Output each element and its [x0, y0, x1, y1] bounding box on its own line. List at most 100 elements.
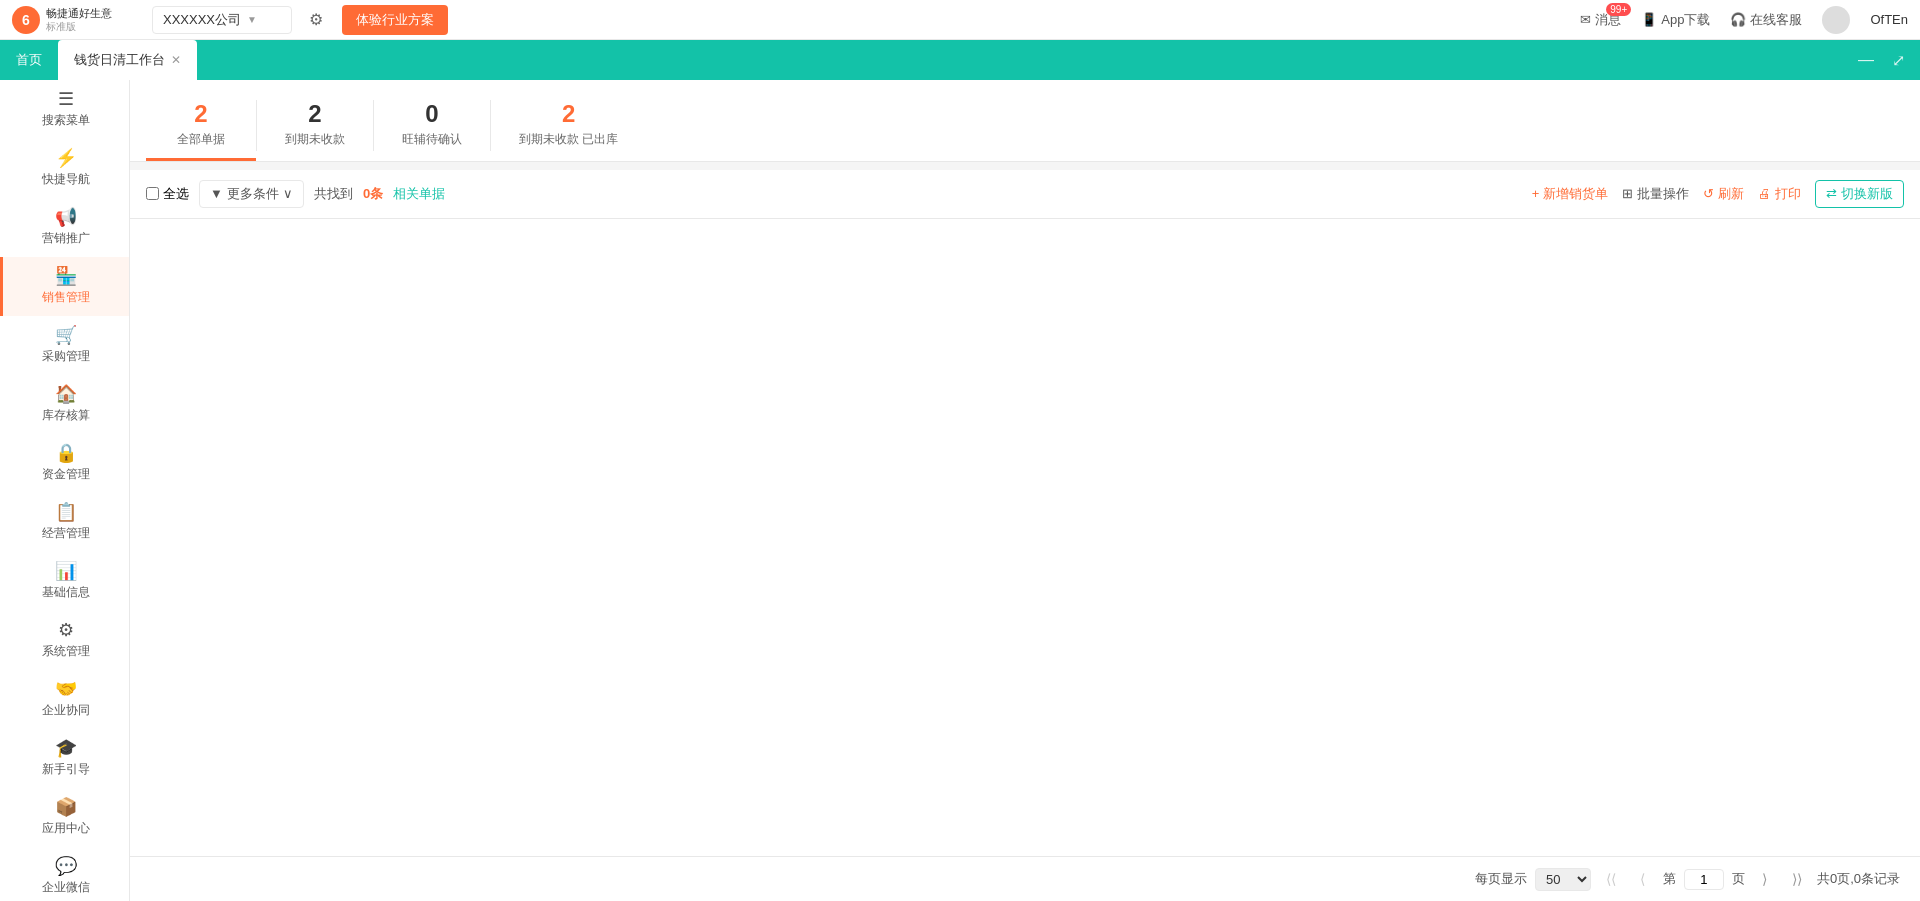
- page-prev-button[interactable]: ⟨: [1631, 867, 1655, 891]
- page-suffix-label: 页: [1732, 870, 1745, 888]
- stat-tab-pending[interactable]: 0 旺辅待确认: [374, 92, 490, 161]
- inventory-icon: 🏠: [55, 385, 77, 403]
- top-header: 6 畅捷通好生意 标准版 XXXXXX公司 ▼ ⚙ 体验行业方案 ✉ 消息 99…: [0, 0, 1920, 40]
- stat-label-overdue: 到期未收款: [285, 131, 345, 148]
- tab-maximize-icon[interactable]: ⤢: [1886, 48, 1910, 72]
- print-button[interactable]: 🖨 打印: [1758, 185, 1801, 203]
- shortcut-icon: ⚡: [55, 149, 77, 167]
- pagination: 每页显示 50 10 20 100 ⟨⟨ ⟨ 第 页 ⟩ ⟩⟩ 共0页,0条记录: [130, 856, 1920, 901]
- page-next-button[interactable]: ⟩: [1753, 867, 1777, 891]
- page-last-button[interactable]: ⟩⟩: [1785, 867, 1809, 891]
- page-label: 第: [1663, 870, 1676, 888]
- app-logo: 6: [12, 6, 40, 34]
- refresh-button[interactable]: ↺ 刷新: [1703, 185, 1744, 203]
- settings-icon[interactable]: ⚙: [300, 4, 332, 36]
- page-size-prefix: 每页显示: [1475, 870, 1527, 888]
- sidebar-item-wecom[interactable]: 💬 企业微信: [0, 847, 129, 901]
- tab-home[interactable]: 首页: [0, 40, 58, 80]
- user-avatar[interactable]: [1822, 6, 1850, 34]
- sidebar-item-marketing[interactable]: 📢 营销推广: [0, 198, 129, 257]
- batch-icon: ⊞: [1622, 186, 1633, 201]
- apps-icon: 📦: [55, 798, 77, 816]
- checkbox-input[interactable]: [146, 187, 159, 200]
- table-area: [130, 219, 1920, 856]
- found-prefix: 共找到: [314, 185, 353, 203]
- tab-bar: 首页 钱货日清工作台 ✕ — ⤢: [0, 40, 1920, 80]
- search-menu-icon: ☰: [58, 90, 74, 108]
- stat-label-pending: 旺辅待确认: [402, 131, 462, 148]
- found-count: 0条: [363, 185, 383, 203]
- message-icon: ✉: [1580, 12, 1591, 27]
- sidebar: ☰ 搜索菜单 ⚡ 快捷导航 📢 营销推广 🏪 销售管理 🛒 采购管理 🏠 库存核…: [0, 80, 130, 901]
- funds-icon: 🔒: [55, 444, 77, 462]
- stat-tab-overdue-out[interactable]: 2 到期未收款 已出库: [491, 92, 646, 161]
- newbie-icon: 🎓: [55, 739, 77, 757]
- sidebar-item-enterprise[interactable]: 🤝 企业协同: [0, 670, 129, 729]
- download-icon: 📱: [1641, 12, 1657, 27]
- chevron-down-icon: ▼: [247, 14, 257, 25]
- marketing-icon: 📢: [55, 208, 77, 226]
- sidebar-item-operation[interactable]: 📋 经营管理: [0, 493, 129, 552]
- select-all-label: 全选: [163, 185, 189, 203]
- sidebar-item-base[interactable]: 📊 基础信息: [0, 552, 129, 611]
- wecom-icon: 💬: [55, 857, 77, 875]
- app-download-button[interactable]: 📱 App下载: [1641, 11, 1710, 29]
- stat-label-all: 全部单据: [177, 131, 225, 148]
- sidebar-item-system[interactable]: ⚙ 系统管理: [0, 611, 129, 670]
- page-number-input[interactable]: [1684, 869, 1724, 890]
- switch-new-version-button[interactable]: ⇄ 切换新版: [1815, 180, 1904, 208]
- stat-num-overdue: 2: [308, 100, 321, 129]
- toolbar: 全选 ▼ 更多条件 ∨ 共找到 0条 相关单据 + 新增销货单 ⊞ 批量操作: [130, 170, 1920, 219]
- stat-tab-all[interactable]: 2 全部单据: [146, 92, 256, 161]
- switch-icon: ⇄: [1826, 186, 1837, 201]
- total-text: 共0页,0条记录: [1817, 870, 1900, 888]
- toolbar-right: + 新增销货单 ⊞ 批量操作 ↺ 刷新 🖨 打印 ⇄ 切换新版: [1528, 180, 1904, 208]
- sidebar-item-inventory[interactable]: 🏠 库存核算: [0, 375, 129, 434]
- sidebar-item-search[interactable]: ☰ 搜索菜单: [0, 80, 129, 139]
- stat-num-overdue-out: 2: [562, 100, 575, 129]
- message-button[interactable]: ✉ 消息 99+: [1580, 11, 1621, 29]
- stat-num-all: 2: [194, 100, 207, 129]
- stats-tabs: 2 全部单据 2 到期未收款 0 旺辅待确认 2 到期未收款 已出库: [130, 80, 1920, 162]
- sidebar-item-purchase[interactable]: 🛒 采购管理: [0, 316, 129, 375]
- tab-cashflow[interactable]: 钱货日清工作台 ✕: [58, 40, 197, 80]
- content-area: 2 全部单据 2 到期未收款 0 旺辅待确认 2 到期未收款 已出库: [130, 80, 1920, 901]
- purchase-icon: 🛒: [55, 326, 77, 344]
- stat-label-overdue-out: 到期未收款 已出库: [519, 131, 618, 148]
- sidebar-item-newbie[interactable]: 🎓 新手引导: [0, 729, 129, 788]
- page-first-button[interactable]: ⟨⟨: [1599, 867, 1623, 891]
- sidebar-item-shortcut[interactable]: ⚡ 快捷导航: [0, 139, 129, 198]
- app-name: 畅捷通好生意 标准版: [46, 6, 112, 33]
- chevron-filter-icon: ∨: [283, 186, 293, 201]
- user-name: OfTEn: [1870, 12, 1908, 27]
- operation-icon: 📋: [55, 503, 77, 521]
- refresh-icon: ↺: [1703, 186, 1714, 201]
- logo-area: 6 畅捷通好生意 标准版: [12, 6, 142, 34]
- select-all-checkbox[interactable]: 全选: [146, 185, 189, 203]
- header-right: ✉ 消息 99+ 📱 App下载 🎧 在线客服 OfTEn: [1580, 6, 1908, 34]
- service-icon: 🎧: [1730, 12, 1746, 27]
- filter-icon: ▼: [210, 186, 223, 201]
- add-sales-order-button[interactable]: + 新增销货单: [1528, 185, 1608, 203]
- message-badge: 99+: [1606, 3, 1631, 16]
- sidebar-item-sales[interactable]: 🏪 销售管理: [0, 257, 129, 316]
- sales-icon: 🏪: [55, 267, 77, 285]
- tab-bar-actions: — ⤢: [1854, 48, 1920, 72]
- base-info-icon: 📊: [55, 562, 77, 580]
- system-icon: ⚙: [58, 621, 74, 639]
- company-selector[interactable]: XXXXXX公司 ▼: [152, 6, 292, 34]
- online-service-button[interactable]: 🎧 在线客服: [1730, 11, 1802, 29]
- sidebar-item-funds[interactable]: 🔒 资金管理: [0, 434, 129, 493]
- tab-minimize-icon[interactable]: —: [1854, 48, 1878, 72]
- page-size-select[interactable]: 50 10 20 100: [1535, 868, 1591, 891]
- print-icon: 🖨: [1758, 186, 1771, 201]
- batch-operation-button[interactable]: ⊞ 批量操作: [1622, 185, 1689, 203]
- sidebar-item-apps[interactable]: 📦 应用中心: [0, 788, 129, 847]
- stat-tab-overdue[interactable]: 2 到期未收款: [257, 92, 373, 161]
- experience-button[interactable]: 体验行业方案: [342, 5, 448, 35]
- stat-num-pending: 0: [425, 100, 438, 129]
- main-layout: ☰ 搜索菜单 ⚡ 快捷导航 📢 营销推广 🏪 销售管理 🛒 采购管理 🏠 库存核…: [0, 80, 1920, 901]
- related-link[interactable]: 相关单据: [393, 185, 445, 203]
- filter-button[interactable]: ▼ 更多条件 ∨: [199, 180, 304, 208]
- tab-close-icon[interactable]: ✕: [171, 53, 181, 67]
